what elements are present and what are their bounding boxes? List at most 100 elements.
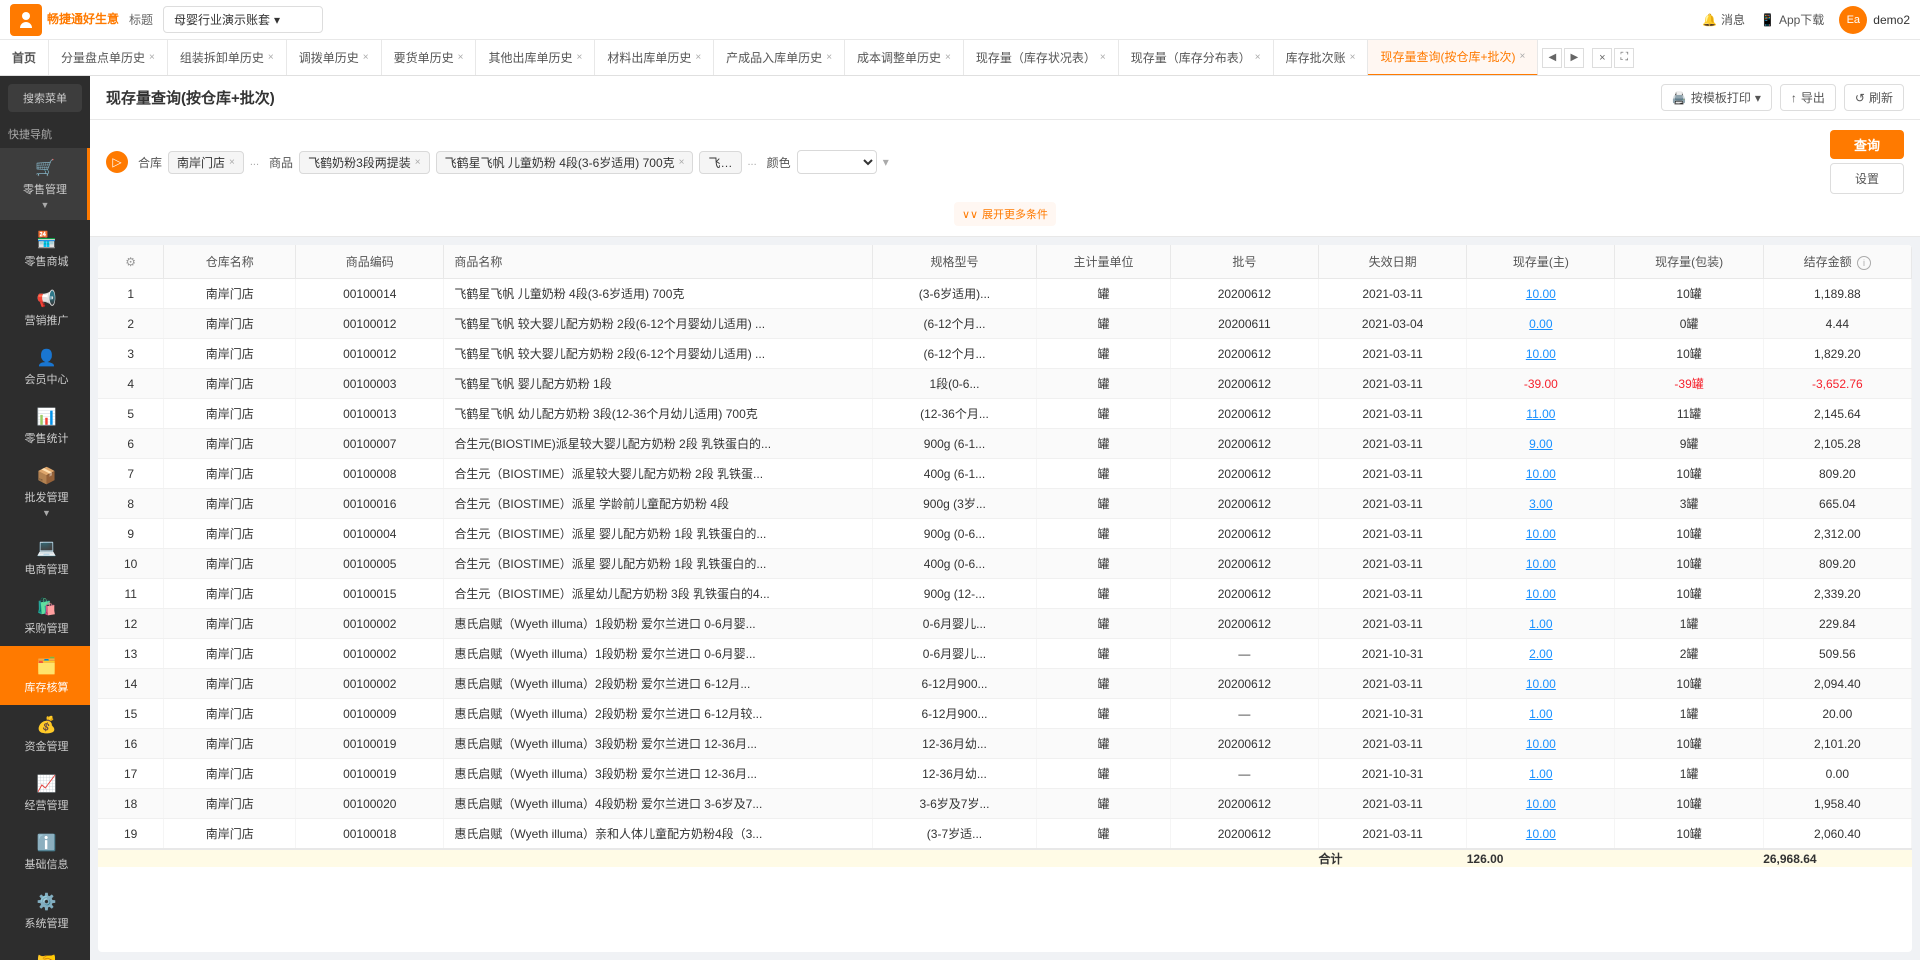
cell-qty[interactable]: 10.00 xyxy=(1467,819,1615,850)
cell-qty[interactable]: 1.00 xyxy=(1467,609,1615,639)
tab-current-active[interactable]: 现存量查询(按仓库+批次) × xyxy=(1368,40,1538,76)
sidebar-item-enterprise[interactable]: 🤝 企业协同 xyxy=(0,941,90,960)
export-button[interactable]: ↑ 导出 xyxy=(1780,84,1836,111)
cell-qty[interactable]: 10.00 xyxy=(1467,339,1615,369)
template-print-button[interactable]: 🖨️ 按模板打印 ▾ xyxy=(1661,84,1772,111)
sidebar-item-business[interactable]: 📈 经营管理 xyxy=(0,764,90,823)
table-row: 12 南岸门店 00100002 惠氏启赋（Wyeth illuma）1段奶粉 … xyxy=(98,609,1912,639)
sidebar-item-system[interactable]: ⚙️ 系统管理 xyxy=(0,882,90,941)
refresh-button[interactable]: ↺ 刷新 xyxy=(1844,84,1904,111)
sidebar-item-retail[interactable]: 🛒 零售管理 ▼ xyxy=(0,148,90,220)
cell-expire: 2021-10-31 xyxy=(1319,639,1467,669)
cell-qty[interactable]: 10.00 xyxy=(1467,789,1615,819)
sidebar-item-finance[interactable]: 💰 资金管理 xyxy=(0,705,90,764)
tab-stock-dist[interactable]: 现存量（库存分布表） × xyxy=(1119,40,1274,76)
product-tag-close-icon[interactable]: × xyxy=(415,157,421,168)
close-icon[interactable]: × xyxy=(458,52,464,63)
warehouse-more-button[interactable]: ... xyxy=(250,156,259,168)
cell-qty[interactable]: 10.00 xyxy=(1467,729,1615,759)
cell-spec: 0-6月婴儿... xyxy=(872,609,1037,639)
close-icon[interactable]: × xyxy=(945,52,951,63)
tab-stock-status[interactable]: 现存量（库存状况表） × xyxy=(964,40,1119,76)
sidebar-item-retail-mall[interactable]: 🏪 零售商城 xyxy=(0,220,90,279)
product-tag-0[interactable]: 飞鹤奶粉3段两提装 × xyxy=(299,151,430,174)
sidebar: 搜索菜单 快捷导航 🛒 零售管理 ▼ 🏪 零售商城 📢 营销推广 👤 会员中心 … xyxy=(0,76,90,960)
tab-cost-adjust[interactable]: 成本调整单历史 × xyxy=(845,40,964,76)
expand-more-button[interactable]: ∨∨ 展开更多条件 xyxy=(954,202,1056,226)
cell-qty[interactable]: 2.00 xyxy=(1467,639,1615,669)
expand-more-row: ∨∨ 展开更多条件 xyxy=(106,202,1904,226)
cell-spec: (3-6岁适用)... xyxy=(872,279,1037,309)
cell-pkg: 10罐 xyxy=(1615,279,1763,309)
industry-selector[interactable]: 母婴行业演示账套 ▾ xyxy=(163,6,323,33)
messages-button[interactable]: 🔔 消息 xyxy=(1702,11,1745,28)
close-icon[interactable]: × xyxy=(268,52,274,63)
tab-other-out[interactable]: 其他出库单历史 × xyxy=(476,40,595,76)
tab-close-current-button[interactable]: × xyxy=(1592,48,1612,68)
tab-prev-button[interactable]: ◀ xyxy=(1542,48,1562,68)
setting-button[interactable]: 设置 xyxy=(1830,163,1904,194)
cell-qty[interactable]: 10.00 xyxy=(1467,669,1615,699)
cell-qty[interactable]: 10.00 xyxy=(1467,519,1615,549)
product-more-button[interactable]: ... xyxy=(748,156,757,168)
tab-group-dismantle[interactable]: 组装拆卸单历史 × xyxy=(168,40,287,76)
sidebar-item-stock[interactable]: 🗂️ 库存核算 xyxy=(0,646,90,705)
tab-demand[interactable]: 要货单历史 × xyxy=(382,40,477,76)
cell-qty[interactable]: 1.00 xyxy=(1467,699,1615,729)
tab-fullscreen-button[interactable]: ⛶ xyxy=(1614,48,1634,68)
tab-product-in[interactable]: 产成品入库单历史 × xyxy=(714,40,845,76)
cell-qty[interactable]: 10.00 xyxy=(1467,279,1615,309)
close-icon[interactable]: × xyxy=(695,52,701,63)
balance-info-icon[interactable]: i xyxy=(1857,256,1871,270)
tab-label: 现存量（库存状况表） xyxy=(976,49,1096,66)
cell-spec: (3-7岁适... xyxy=(872,819,1037,850)
close-icon[interactable]: × xyxy=(1255,52,1261,63)
close-icon[interactable]: × xyxy=(149,52,155,63)
close-icon[interactable]: × xyxy=(576,52,582,63)
tab-material-out[interactable]: 材料出库单历史 × xyxy=(595,40,714,76)
color-select[interactable] xyxy=(797,150,877,174)
close-icon[interactable]: × xyxy=(363,52,369,63)
tab-transfer[interactable]: 调拨单历史 × xyxy=(287,40,382,76)
cell-name: 合生元（BIOSTIME）派星幼儿配方奶粉 3段 乳铁蛋白的4... xyxy=(444,579,872,609)
product-tag-1[interactable]: 飞鹤星飞帆 儿童奶粉 4段(3-6岁适用) 700克 × xyxy=(436,151,694,174)
sidebar-item-purchase[interactable]: 🛍️ 采购管理 xyxy=(0,587,90,646)
quick-nav-label[interactable]: 快捷导航 xyxy=(0,120,90,148)
tab-home[interactable]: 首页 xyxy=(0,40,49,76)
cell-qty[interactable]: 10.00 xyxy=(1467,549,1615,579)
sidebar-item-ecommerce[interactable]: 💻 电商管理 xyxy=(0,528,90,587)
warehouse-tag-close-icon[interactable]: × xyxy=(229,157,235,168)
col-qty-header: 现存量(主) xyxy=(1467,245,1615,279)
query-button[interactable]: 查询 xyxy=(1830,130,1904,159)
gear-icon[interactable]: ⚙ xyxy=(125,255,136,269)
sidebar-item-wholesale[interactable]: 📦 批发管理 ▼ xyxy=(0,456,90,528)
close-icon[interactable]: × xyxy=(1519,51,1525,62)
stock-table: ⚙ 仓库名称 商品编码 商品名称 规格型号 主计量单位 批号 失效日期 现存量(… xyxy=(98,245,1912,867)
cell-qty[interactable]: 0.00 xyxy=(1467,309,1615,339)
app-download-button[interactable]: 📱 App下载 xyxy=(1760,11,1824,28)
tab-split-history[interactable]: 分量盘点单历史 × xyxy=(49,40,168,76)
sidebar-item-marketing[interactable]: 📢 营销推广 xyxy=(0,279,90,338)
sidebar-item-basic[interactable]: ℹ️ 基础信息 xyxy=(0,823,90,882)
cell-batch: 20200612 xyxy=(1170,789,1318,819)
cell-qty[interactable]: 10.00 xyxy=(1467,459,1615,489)
product-tag-more[interactable]: 飞… xyxy=(699,151,741,174)
cell-qty[interactable]: 11.00 xyxy=(1467,399,1615,429)
cell-qty[interactable]: 10.00 xyxy=(1467,579,1615,609)
close-icon[interactable]: × xyxy=(1100,52,1106,63)
search-menu-button[interactable]: 搜索菜单 xyxy=(8,84,82,112)
tab-next-button[interactable]: ▶ xyxy=(1564,48,1584,68)
cell-qty[interactable]: 9.00 xyxy=(1467,429,1615,459)
cell-qty[interactable]: 1.00 xyxy=(1467,759,1615,789)
filter-expand-button[interactable]: ▷ xyxy=(106,151,128,173)
close-icon[interactable]: × xyxy=(826,52,832,63)
cell-code: 00100012 xyxy=(296,309,444,339)
close-icon[interactable]: × xyxy=(1350,52,1356,63)
cell-qty[interactable]: 3.00 xyxy=(1467,489,1615,519)
sidebar-item-member[interactable]: 👤 会员中心 xyxy=(0,338,90,397)
product-tag-close-icon[interactable]: × xyxy=(679,157,685,168)
warehouse-tag[interactable]: 南岸门店 × xyxy=(168,151,244,174)
tab-batch-ledger[interactable]: 库存批次账 × xyxy=(1274,40,1369,76)
cell-pkg: 9罐 xyxy=(1615,429,1763,459)
sidebar-item-retail-stat[interactable]: 📊 零售统计 xyxy=(0,397,90,456)
